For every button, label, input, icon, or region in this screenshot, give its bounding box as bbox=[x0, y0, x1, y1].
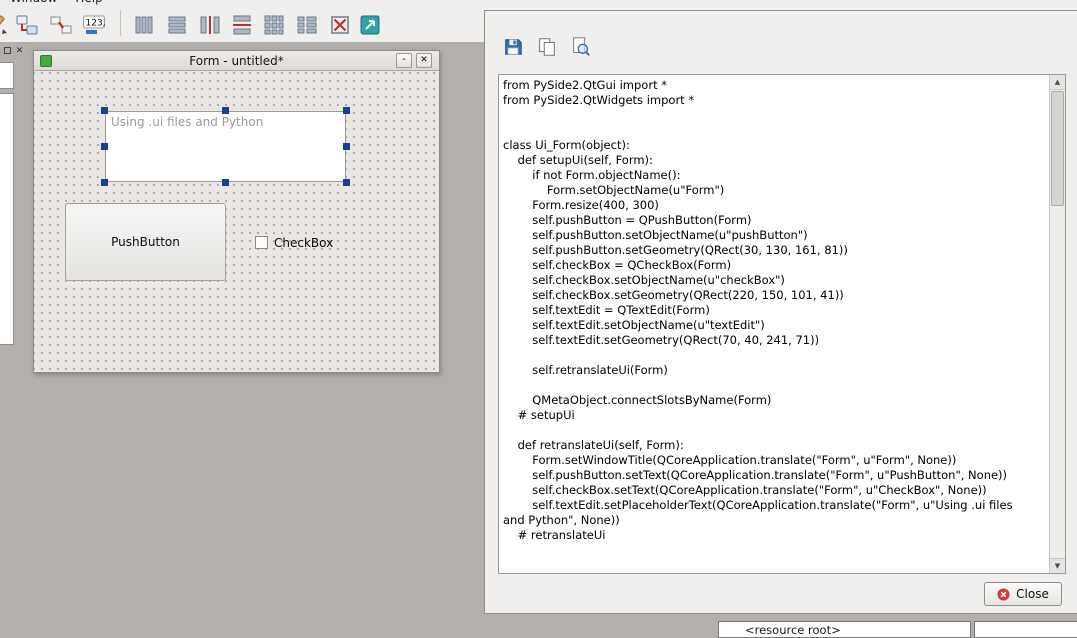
form-editor-window: Form - untitled* - ✕ Using .ui files and… bbox=[33, 50, 440, 373]
lay-out-vertically-in-splitter-icon bbox=[230, 13, 254, 37]
break-layout-icon bbox=[328, 13, 352, 37]
widget-box-filter-panel[interactable] bbox=[0, 62, 14, 89]
resource-browser-panel: <resource root> bbox=[718, 621, 971, 638]
adjust-size-icon bbox=[358, 13, 382, 37]
checkbox-label: CheckBox bbox=[274, 236, 333, 250]
lay-out-in-a-form-layout-button[interactable] bbox=[294, 12, 320, 38]
menu-item-help[interactable]: Help bbox=[75, 0, 102, 5]
scrollbar-thumb[interactable] bbox=[1051, 91, 1064, 206]
dock-close-icon: ✕ bbox=[16, 46, 24, 56]
edit-buddies-button[interactable] bbox=[48, 12, 74, 38]
widget-box-panel[interactable] bbox=[0, 93, 14, 345]
code-dialog-toolbar bbox=[501, 35, 593, 59]
edit-signals-slots-button[interactable] bbox=[14, 12, 40, 38]
selection-handle-sw[interactable] bbox=[101, 179, 108, 186]
form-design-canvas[interactable]: Using .ui files and Python PushButton Ch… bbox=[34, 71, 439, 372]
menubar: Window Help bbox=[10, 0, 103, 5]
copy-button[interactable] bbox=[535, 35, 559, 59]
dock-float-icon bbox=[4, 47, 11, 54]
lay-out-horizontally-icon bbox=[132, 13, 156, 37]
lay-out-horizontally-button[interactable] bbox=[131, 12, 157, 38]
close-button-label: Close bbox=[1016, 587, 1049, 601]
toolbar-separator bbox=[120, 10, 121, 36]
dock-float-button[interactable] bbox=[2, 45, 13, 56]
textedit-frame: Using .ui files and Python bbox=[105, 111, 346, 182]
selection-handle-se[interactable] bbox=[343, 179, 350, 186]
lay-out-vertically-in-splitter-button[interactable] bbox=[229, 12, 255, 38]
lay-out-horizontally-in-splitter-icon bbox=[198, 13, 222, 37]
lay-out-vertically-icon bbox=[165, 13, 189, 37]
checkbox-indicator bbox=[255, 236, 268, 249]
lay-out-horizontally-in-splitter-button[interactable] bbox=[197, 12, 223, 38]
selection-handle-nw[interactable] bbox=[101, 107, 108, 114]
close-button[interactable]: Close bbox=[984, 582, 1062, 606]
code-editor[interactable]: from PySide2.QtGui import * from PySide2… bbox=[498, 74, 1066, 574]
copy-icon bbox=[536, 36, 558, 58]
lay-out-in-a-grid-icon bbox=[262, 13, 286, 37]
close-circle-icon bbox=[997, 588, 1010, 601]
edit-tab-order-button[interactable]: 123, bbox=[81, 12, 107, 38]
adjust-size-button[interactable] bbox=[357, 12, 383, 38]
menu-item-window[interactable]: Window bbox=[10, 0, 57, 5]
textedit-placeholder: Using .ui files and Python bbox=[106, 112, 345, 132]
resource-root-item[interactable]: <resource root> bbox=[745, 623, 841, 637]
svg-text:123,: 123, bbox=[86, 19, 106, 29]
break-layout-button[interactable] bbox=[327, 12, 353, 38]
designer-form-icon bbox=[40, 55, 52, 67]
lay-out-in-a-form-layout-icon bbox=[295, 13, 319, 37]
code-preview-dialog: from PySide2.QtGui import * from PySide2… bbox=[484, 10, 1077, 614]
dock-close-button[interactable]: ✕ bbox=[14, 45, 25, 56]
find-button[interactable] bbox=[569, 35, 593, 59]
resource-browser-side-panel bbox=[974, 621, 1077, 638]
code-vertical-scrollbar[interactable]: ▲ ▼ bbox=[1049, 75, 1065, 573]
selection-handle-e[interactable] bbox=[343, 143, 350, 150]
checkbox-widget[interactable]: CheckBox bbox=[255, 234, 333, 251]
pushbutton-widget[interactable]: PushButton bbox=[65, 203, 226, 281]
edit-signals-slots-icon bbox=[15, 13, 39, 37]
edit-widgets-button[interactable] bbox=[0, 12, 10, 38]
save-button[interactable] bbox=[501, 35, 525, 59]
form-window-titlebar[interactable]: Form - untitled* - ✕ bbox=[34, 51, 439, 71]
edit-tab-order-icon: 123, bbox=[82, 13, 106, 37]
lay-out-vertically-button[interactable] bbox=[164, 12, 190, 38]
scroll-up-button[interactable]: ▲ bbox=[1050, 75, 1065, 90]
form-window-title: Form - untitled* bbox=[189, 54, 283, 68]
edit-buddies-icon bbox=[49, 13, 73, 37]
selection-handle-w[interactable] bbox=[101, 143, 108, 150]
edit-widgets-icon bbox=[0, 13, 9, 37]
form-close-button[interactable]: ✕ bbox=[416, 53, 432, 68]
selection-handle-s[interactable] bbox=[222, 179, 229, 186]
form-minimize-button[interactable]: - bbox=[396, 53, 412, 68]
lay-out-in-a-grid-button[interactable] bbox=[261, 12, 287, 38]
textedit-widget[interactable]: Using .ui files and Python bbox=[105, 111, 346, 182]
selection-handle-ne[interactable] bbox=[343, 107, 350, 114]
selection-handle-n[interactable] bbox=[222, 107, 229, 114]
find-icon bbox=[570, 36, 592, 58]
scroll-down-button[interactable]: ▼ bbox=[1050, 558, 1065, 573]
generated-code-text[interactable]: from PySide2.QtGui import * from PySide2… bbox=[503, 78, 1046, 570]
save-icon bbox=[502, 36, 524, 58]
